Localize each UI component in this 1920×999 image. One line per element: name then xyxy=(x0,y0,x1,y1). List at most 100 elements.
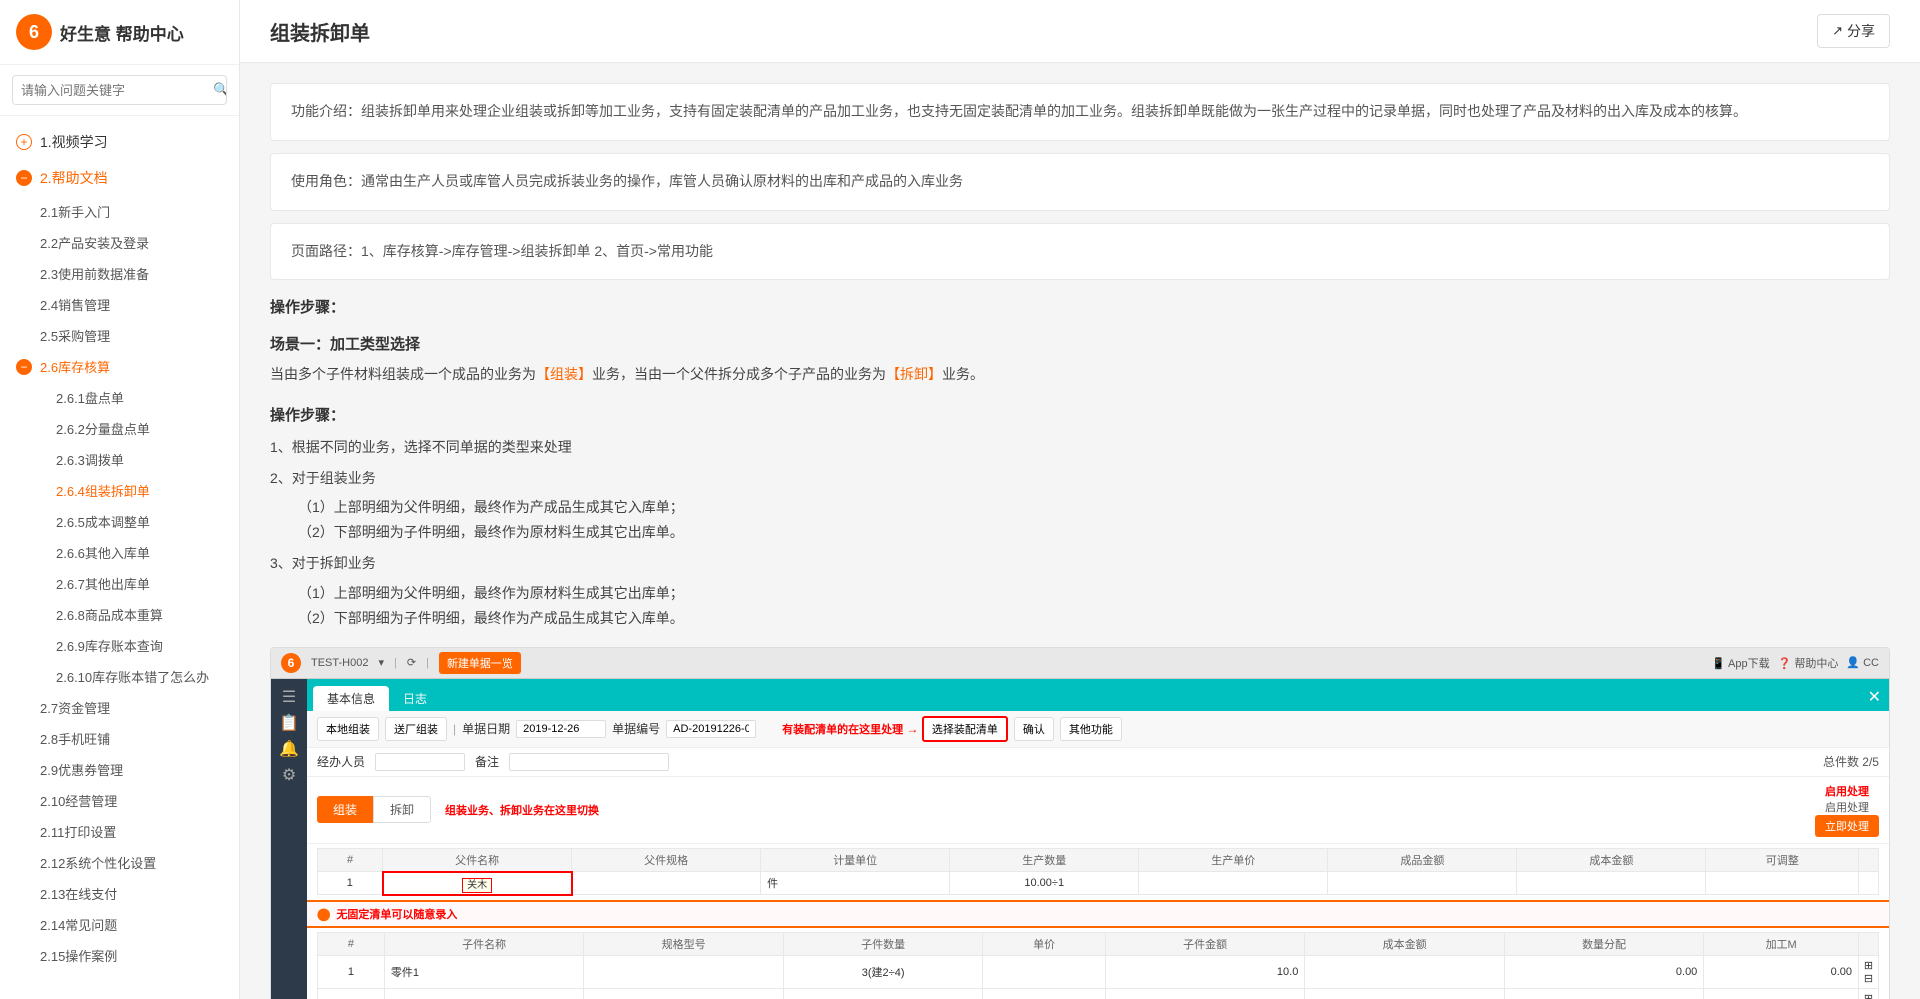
top-bar: 组装拆卸单 ↗ 分享 xyxy=(240,0,1920,63)
sidebar-item-2-6-1[interactable]: 2.6.1盘点单 xyxy=(8,382,239,413)
sidebar-item-2-13[interactable]: 2.13在线支付 xyxy=(0,878,239,909)
logo-text: 好生意 帮助中心 xyxy=(60,20,184,45)
search-area: 🔍 xyxy=(0,65,239,116)
feature-intro: 功能介绍：组装拆卸单用来处理企业组装或拆卸等加工业务，支持有固定装配清单的产品加… xyxy=(270,83,1890,141)
ss-nav-icon2: 📋 xyxy=(279,713,299,733)
ss-sub-toolbar: 经办人员 备注 总件数 2/5 xyxy=(307,748,1889,777)
ss-bom-btn[interactable]: 选择装配清单 xyxy=(922,716,1008,742)
screenshot-inner: 6 TEST-H002 ▾ | ⟳ | 新建单据一览 📱 App下载 ❓ 帮助中… xyxy=(271,648,1889,999)
ss-date-input[interactable] xyxy=(516,720,606,738)
sidebar-item-2-6-5[interactable]: 2.6.5成本调整单 xyxy=(8,506,239,537)
ss-nav-icon3: 🔔 xyxy=(279,739,299,759)
sidebar-item-2-7[interactable]: 2.7资金管理 xyxy=(0,692,239,723)
ss-toolbar: 本地组装 送厂组装 | 单据日期 单据编号 有装配清单的在这里处理 → xyxy=(307,711,1889,748)
sidebar-item-2-6-3[interactable]: 2.6.3调拨单 xyxy=(8,444,239,475)
logo-area: 6 好生意 帮助中心 xyxy=(0,0,239,65)
page-title: 组装拆卸单 xyxy=(270,17,370,46)
search-box: 🔍 xyxy=(12,75,227,105)
ss-new-btn[interactable]: 新建单据一览 xyxy=(439,652,521,674)
sidebar-item-2-6-2[interactable]: 2.6.2分量盘点单 xyxy=(8,413,239,444)
sidebar-item-docs[interactable]: − 2.帮助文档 xyxy=(0,160,239,196)
ss-tab2[interactable]: 日志 xyxy=(389,686,441,711)
sidebar-item-2-11[interactable]: 2.11打印设置 xyxy=(0,816,239,847)
nav-section-docs: − 2.帮助文档 2.1新手入门 2.2产品安装及登录 2.3使用前数据准备 2… xyxy=(0,160,239,971)
ss-ann4-text: 启用处理 xyxy=(1825,783,1869,799)
sidebar-item-2-3[interactable]: 2.3使用前数据准备 xyxy=(0,258,239,289)
ss-type-buttons: 组装 拆卸 xyxy=(317,796,431,823)
sidebar-item-2-1[interactable]: 2.1新手入门 xyxy=(0,196,239,227)
ss-person-label: 经办人员 xyxy=(317,753,365,770)
step2-sub1: （1）上部明细为父件明细，最终作为产成品生成其它入库单； xyxy=(270,495,1890,520)
ss-app-icon: 📱 App下载 xyxy=(1712,655,1770,671)
ss-no-label: 单据编号 xyxy=(612,720,660,737)
ss-content: 基本信息 日志 ✕ 本地组装 送厂组装 | 单据日期 单据编号 xyxy=(307,679,1889,999)
ss-save-btn[interactable]: 本地组装 xyxy=(317,717,379,741)
ss-ann1-arrow: → xyxy=(907,722,919,736)
ss-remark-input[interactable] xyxy=(509,753,669,771)
sidebar-item-2-9[interactable]: 2.9优惠券管理 xyxy=(0,754,239,785)
ss-mid-bar: ⬤ 无固定清单可以随意录入 xyxy=(307,900,1889,928)
sidebar-item-2-6[interactable]: − 2.6库存核算 xyxy=(0,351,239,382)
step2: 2、对于组装业务 xyxy=(270,466,1890,491)
nav-children-2-6: 2.6.1盘点单 2.6.2分量盘点单 2.6.3调拨单 2.6.4组装拆卸单 … xyxy=(0,382,239,692)
ss-type-disassemble-btn[interactable]: 拆卸 xyxy=(373,796,431,823)
sidebar-item-2-6-10[interactable]: 2.6.10库存账本错了怎么办 xyxy=(8,661,239,692)
search-input[interactable] xyxy=(13,77,205,104)
ss-remark-label: 备注 xyxy=(475,753,499,770)
step2-sub2: （2）下部明细为子件明细，最终作为原材料生成其它出库单。 xyxy=(270,520,1890,545)
sidebar-item-2-6-4[interactable]: 2.6.4组装拆卸单 xyxy=(8,475,239,506)
share-label: 分享 xyxy=(1847,21,1875,41)
feature-text: 功能介绍：组装拆卸单用来处理企业组装或拆卸等加工业务，支持有固定装配清单的产品加… xyxy=(291,103,1747,119)
path-intro: 页面路径：1、库存核算->库存管理->组装拆卸单 2、首页->常用功能 xyxy=(270,223,1890,281)
table-header-row: # 子件名称 规格型号 子件数量 单价 子件金额 成本金额 数量分配 加工M xyxy=(318,932,1879,955)
ss-no-input[interactable] xyxy=(666,720,756,738)
ss-bom-tag: 关木 xyxy=(462,878,492,893)
share-icon: ↗ xyxy=(1832,23,1843,39)
share-button[interactable]: ↗ 分享 xyxy=(1817,14,1890,48)
sidebar-item-2-6-6[interactable]: 2.6.6其他入库单 xyxy=(8,537,239,568)
ss-upper-table: # 父件名称 父件规格 计量单位 生产数量 生产单价 成品金额 成本金额 可调整 xyxy=(317,848,1879,896)
table-row: 1 零件1 3(建2÷4) 10.0 0.00 0.00 xyxy=(318,955,1879,988)
ss-lower-table-area: # 子件名称 规格型号 子件数量 单价 子件金额 成本金额 数量分配 加工M xyxy=(307,928,1889,999)
ss-divider2: | xyxy=(426,657,429,669)
sidebar-item-2-2[interactable]: 2.2产品安装及登录 xyxy=(0,227,239,258)
sidebar-item-2-6-7[interactable]: 2.6.7其他出库单 xyxy=(8,568,239,599)
scene1-title: 场景一：加工类型选择 xyxy=(270,333,1890,354)
ss-divider1: | xyxy=(394,657,397,669)
ss-enable-label: 启用处理 xyxy=(1825,799,1869,815)
ss-ann5-text: 无固定清单可以随意录入 xyxy=(336,906,457,922)
ss-close-btn[interactable]: ✕ xyxy=(1860,683,1889,711)
ss-enable-btn[interactable]: 立即处理 xyxy=(1815,815,1879,837)
collapse-icon: − xyxy=(16,170,32,186)
table-header-row: # 父件名称 父件规格 计量单位 生产数量 生产单价 成品金额 成本金额 可调整 xyxy=(318,848,1879,872)
sidebar-item-video[interactable]: + 1.视频学习 xyxy=(0,124,239,160)
sidebar-item-2-8[interactable]: 2.8手机旺铺 xyxy=(0,723,239,754)
sidebar-item-2-5[interactable]: 2.5采购管理 xyxy=(0,320,239,351)
sidebar-item-2-6-9[interactable]: 2.6.9库存账本查询 xyxy=(8,630,239,661)
sidebar-item-2-4[interactable]: 2.4销售管理 xyxy=(0,289,239,320)
sidebar-item-2-15[interactable]: 2.15操作案例 xyxy=(0,940,239,971)
ss-factory-btn[interactable]: 送厂组装 xyxy=(385,717,447,741)
ss-nav-icon4: ⚙ xyxy=(282,765,296,785)
ss-type-assemble-btn[interactable]: 组装 xyxy=(317,796,373,823)
ss-topbar-left: 6 TEST-H002 ▾ | ⟳ | 新建单据一览 xyxy=(281,652,521,674)
ss-help-icon: ❓ 帮助中心 xyxy=(1778,655,1839,671)
sidebar-item-2-10[interactable]: 2.10经营管理 xyxy=(0,785,239,816)
logo-icon: 6 xyxy=(16,14,52,50)
ss-person-input[interactable] xyxy=(375,753,465,771)
sidebar-item-2-14[interactable]: 2.14常见问题 xyxy=(0,909,239,940)
sidebar-item-2-6-8[interactable]: 2.6.8商品成本重算 xyxy=(8,599,239,630)
steps-title: 操作步骤： xyxy=(270,296,1890,317)
search-button[interactable]: 🔍 xyxy=(205,76,227,104)
ss-company: TEST-H002 xyxy=(311,657,368,669)
ss-tab-active[interactable]: 基本信息 xyxy=(313,686,389,711)
step3-sub2: （2）下部明细为子件明细，最终作为产成品生成其它入库单。 xyxy=(270,606,1890,631)
minus-icon-2-6: − xyxy=(16,359,32,375)
ss-confirm-btn[interactable]: 确认 xyxy=(1014,717,1054,741)
ss-other-btn[interactable]: 其他功能 xyxy=(1060,717,1122,741)
sidebar-item-2-12[interactable]: 2.12系统个性化设置 xyxy=(0,847,239,878)
nav-section-video: + 1.视频学习 xyxy=(0,124,239,160)
role-intro: 使用角色：通常由生产人员或库管人员完成拆装业务的操作，库管人员确认原材料的出库和… xyxy=(270,153,1890,211)
sidebar-2-6-label: 2.6库存核算 xyxy=(40,357,110,376)
scene1-desc1: 当由多个子件材料组装成一个成品的业务为【组装】业务，当由一个父件拆分成多个子产品… xyxy=(270,362,1890,387)
